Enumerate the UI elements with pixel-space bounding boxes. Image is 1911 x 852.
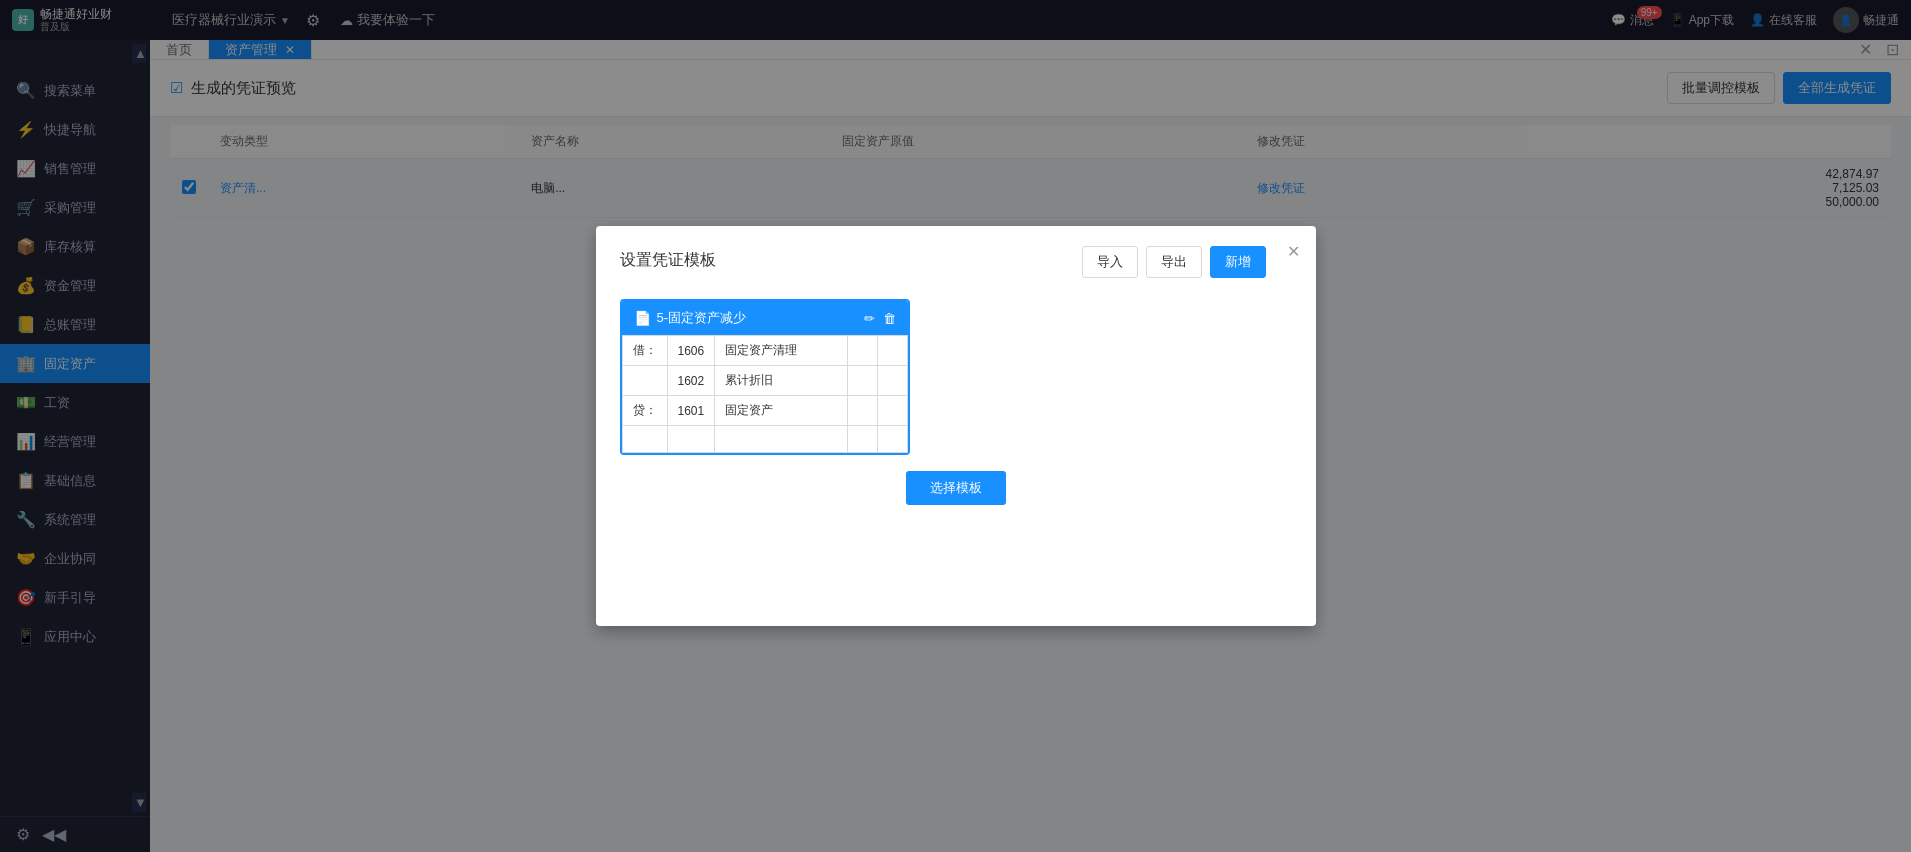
app-container: 好 畅捷通好业财 普及版 医疗器械行业演示 ▼ ⚙ ☁ 我要体验一下 💬 消息 … — [0, 0, 1911, 852]
empty-cell-2 — [667, 426, 715, 453]
import-btn[interactable]: 导入 — [1082, 246, 1138, 278]
entry-type-1: 借： — [622, 336, 667, 366]
modal-close-btn[interactable]: ✕ — [1287, 242, 1300, 261]
empty-cell-3 — [715, 426, 847, 453]
entry-debit-1 — [847, 336, 877, 366]
empty-cell-4 — [847, 426, 877, 453]
entry-code-3: 1601 — [667, 396, 715, 426]
template-entry-row-2: 1602 累计折旧 — [622, 366, 907, 396]
modal-content: 📄 5-固定资产减少 ✏ 🗑 借： 1606 固定资产清理 — [620, 291, 1292, 505]
entry-name-3: 固定资产 — [715, 396, 847, 426]
entry-code-2: 1602 — [667, 366, 715, 396]
empty-cell-5 — [877, 426, 907, 453]
template-entries-table: 借： 1606 固定资产清理 1602 累计折旧 — [622, 335, 908, 453]
export-btn[interactable]: 导出 — [1146, 246, 1202, 278]
entry-credit-1 — [877, 336, 907, 366]
new-btn[interactable]: 新增 — [1210, 246, 1266, 278]
template-file-icon: 📄 — [634, 310, 651, 326]
entry-credit-2 — [877, 366, 907, 396]
entry-type-2 — [622, 366, 667, 396]
template-entry-row-1: 借： 1606 固定资产清理 — [622, 336, 907, 366]
template-card-header: 📄 5-固定资产减少 ✏ 🗑 — [622, 301, 908, 335]
template-delete-icon[interactable]: 🗑 — [883, 311, 896, 326]
template-edit-icon[interactable]: ✏ — [864, 311, 875, 326]
entry-credit-3 — [877, 396, 907, 426]
select-template-btn[interactable]: 选择模板 — [906, 471, 1006, 505]
modal-overlay: 设置凭证模板 导入 导出 新增 ✕ 📄 5-固定资产减少 ✏ 🗑 — [0, 0, 1911, 852]
template-card: 📄 5-固定资产减少 ✏ 🗑 借： 1606 固定资产清理 — [620, 299, 910, 455]
modal-toolbar: 导入 导出 新增 — [1082, 246, 1266, 278]
entry-code-1: 1606 — [667, 336, 715, 366]
template-entry-row-empty — [622, 426, 907, 453]
template-header-actions: ✏ 🗑 — [864, 311, 896, 326]
empty-cell-1 — [622, 426, 667, 453]
modal-dialog: 设置凭证模板 导入 导出 新增 ✕ 📄 5-固定资产减少 ✏ 🗑 — [596, 226, 1316, 626]
entry-name-2: 累计折旧 — [715, 366, 847, 396]
entry-name-1: 固定资产清理 — [715, 336, 847, 366]
entry-debit-2 — [847, 366, 877, 396]
template-name: 5-固定资产减少 — [657, 309, 747, 327]
entry-debit-3 — [847, 396, 877, 426]
entry-type-3: 贷： — [622, 396, 667, 426]
template-entry-row-3: 贷： 1601 固定资产 — [622, 396, 907, 426]
